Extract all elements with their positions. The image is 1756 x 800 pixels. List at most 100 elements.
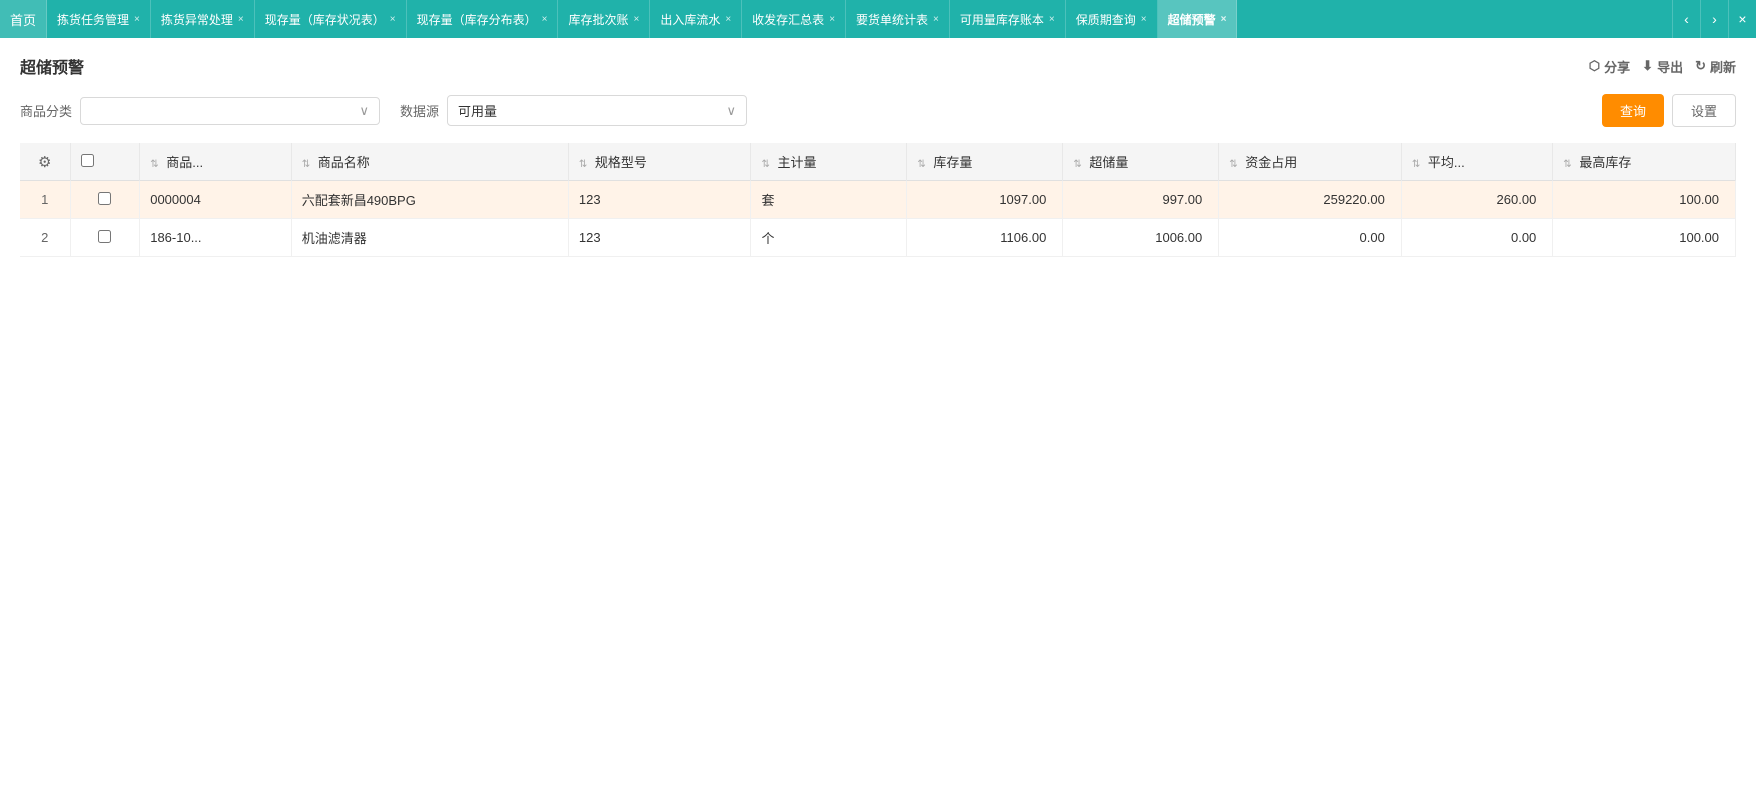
settings-button[interactable]: 设置	[1672, 94, 1736, 127]
col-label-avg: 平均...	[1428, 155, 1465, 170]
sort-icon-name: ⇅	[302, 159, 310, 170]
nav-close-expiry[interactable]: ×	[1141, 14, 1147, 25]
cell-capital-0: 259220.00	[1219, 181, 1402, 219]
nav-label-overflow: 超储预警	[1168, 11, 1216, 28]
col-label-unit: 主计量	[777, 155, 816, 170]
cell-stock-1: 1106.00	[907, 219, 1063, 257]
sort-icon-max: ⇅	[1563, 159, 1571, 170]
cell-code-0: 0000004	[140, 181, 291, 219]
select-all-checkbox[interactable]	[81, 154, 94, 167]
row-checkbox-0[interactable]	[98, 192, 111, 205]
table-row: 2 186-10... 机油滤清器 123 个 1106.00 1006.00 …	[20, 219, 1736, 257]
col-product-name[interactable]: ⇅ 商品名称	[291, 143, 568, 181]
filter-datasource: 数据源 可用量 ∨	[400, 95, 747, 126]
nav-item-exception[interactable]: 拣货异常处理 ×	[151, 0, 255, 38]
datasource-select[interactable]: 可用量 ∨	[447, 95, 747, 126]
nav-item-collect[interactable]: 收发存汇总表 ×	[742, 0, 846, 38]
nav-item-overflow[interactable]: 超储预警 ×	[1158, 0, 1238, 38]
nav-close-stock-status[interactable]: ×	[390, 14, 396, 25]
page-title: 超储预警	[20, 54, 84, 78]
col-label-max: 最高库存	[1579, 155, 1631, 170]
nav-next-arrow[interactable]: ›	[1700, 0, 1728, 38]
cell-unit-1: 个	[751, 219, 907, 257]
query-button[interactable]: 查询	[1602, 94, 1664, 127]
nav-close-order-stat[interactable]: ×	[933, 14, 939, 25]
nav-close-exception[interactable]: ×	[238, 14, 244, 25]
cell-stock-0: 1097.00	[907, 181, 1063, 219]
sort-icon-overflow: ⇅	[1073, 159, 1081, 170]
cell-avg-0: 260.00	[1401, 181, 1552, 219]
nav-close-stock-dist[interactable]: ×	[542, 14, 548, 25]
nav-item-flow[interactable]: 出入库流水 ×	[650, 0, 742, 38]
nav-item-stock-status[interactable]: 现存量（库存状况表） ×	[255, 0, 407, 38]
cell-max-1: 100.00	[1553, 219, 1736, 257]
col-avg[interactable]: ⇅ 平均...	[1401, 143, 1552, 181]
nav-item-order-stat[interactable]: 要货单统计表 ×	[846, 0, 950, 38]
col-gear[interactable]: ⚙	[20, 143, 70, 181]
nav-item-batch[interactable]: 库存批次账 ×	[558, 0, 650, 38]
refresh-button[interactable]: ↻ 刷新	[1695, 57, 1736, 76]
filter-actions: 查询 设置	[1602, 94, 1736, 127]
nav-arrows: ‹ › ×	[1672, 0, 1756, 38]
nav-close-overflow[interactable]: ×	[1221, 14, 1227, 25]
nav-item-home[interactable]: 首页	[0, 0, 47, 38]
col-label-spec: 规格型号	[595, 155, 647, 170]
cell-overflow-1: 1006.00	[1063, 219, 1219, 257]
col-stock[interactable]: ⇅ 库存量	[907, 143, 1063, 181]
sort-icon-spec: ⇅	[579, 159, 587, 170]
cell-checkbox-0[interactable]	[70, 181, 140, 219]
col-label-name: 商品名称	[318, 155, 370, 170]
nav-label-order-stat: 要货单统计表	[856, 11, 928, 28]
nav-label-expiry: 保质期查询	[1076, 11, 1136, 28]
nav-close-batch[interactable]: ×	[633, 14, 639, 25]
col-unit[interactable]: ⇅ 主计量	[751, 143, 907, 181]
category-select[interactable]: ∨	[80, 97, 380, 125]
col-checkbox-header[interactable]	[70, 143, 140, 181]
data-table: ⚙ ⇅ 商品... ⇅ 商品名称 ⇅ 规格型号 ⇅	[20, 143, 1736, 257]
cell-max-0: 100.00	[1553, 181, 1736, 219]
table-body: 1 0000004 六配套新昌490BPG 123 套 1097.00 997.…	[20, 181, 1736, 257]
export-label: 导出	[1657, 57, 1683, 76]
nav-label-avail: 可用量库存账本	[960, 11, 1044, 28]
nav-close-all-arrow[interactable]: ×	[1728, 0, 1756, 38]
nav-item-stock-dist[interactable]: 现存量（库存分布表） ×	[407, 0, 559, 38]
nav-close-collect[interactable]: ×	[829, 14, 835, 25]
col-label-overflow: 超储量	[1089, 155, 1128, 170]
export-button[interactable]: ⬇ 导出	[1642, 57, 1683, 76]
nav-prev-arrow[interactable]: ‹	[1672, 0, 1700, 38]
refresh-icon: ↻	[1695, 58, 1706, 74]
nav-bar: 首页 拣货任务管理 × 拣货异常处理 × 现存量（库存状况表） × 现存量（库存…	[0, 0, 1756, 38]
share-label: 分享	[1604, 57, 1630, 76]
datasource-chevron-icon: ∨	[727, 103, 737, 119]
cell-index-1: 2	[20, 219, 70, 257]
sort-icon-unit: ⇅	[761, 159, 769, 170]
gear-icon[interactable]: ⚙	[38, 154, 51, 171]
col-capital[interactable]: ⇅ 资金占用	[1219, 143, 1402, 181]
row-checkbox-1[interactable]	[98, 230, 111, 243]
nav-item-expiry[interactable]: 保质期查询 ×	[1066, 0, 1158, 38]
category-label: 商品分类	[20, 101, 72, 120]
cell-capital-1: 0.00	[1219, 219, 1402, 257]
cell-name-1: 机油滤清器	[291, 219, 568, 257]
nav-close-flow[interactable]: ×	[725, 14, 731, 25]
cell-spec-1: 123	[568, 219, 751, 257]
share-button[interactable]: ⬡ 分享	[1589, 57, 1630, 76]
nav-close-task[interactable]: ×	[134, 14, 140, 25]
col-spec[interactable]: ⇅ 规格型号	[568, 143, 751, 181]
cell-checkbox-1[interactable]	[70, 219, 140, 257]
cell-code-1: 186-10...	[140, 219, 291, 257]
col-max-stock[interactable]: ⇅ 最高库存	[1553, 143, 1736, 181]
page-content: 超储预警 ⬡ 分享 ⬇ 导出 ↻ 刷新 商品分类 ∨ 数据源	[0, 38, 1756, 273]
nav-item-avail[interactable]: 可用量库存账本 ×	[950, 0, 1066, 38]
col-product-code[interactable]: ⇅ 商品...	[140, 143, 291, 181]
page-title-row: 超储预警 ⬡ 分享 ⬇ 导出 ↻ 刷新	[20, 54, 1736, 78]
nav-close-avail[interactable]: ×	[1049, 14, 1055, 25]
nav-label-stock-dist: 现存量（库存分布表）	[417, 11, 537, 28]
datasource-label: 数据源	[400, 101, 439, 120]
col-label-stock: 库存量	[933, 155, 972, 170]
cell-avg-1: 0.00	[1401, 219, 1552, 257]
cell-spec-0: 123	[568, 181, 751, 219]
sort-icon-code: ⇅	[150, 159, 158, 170]
col-overflow[interactable]: ⇅ 超储量	[1063, 143, 1219, 181]
nav-item-task[interactable]: 拣货任务管理 ×	[47, 0, 151, 38]
